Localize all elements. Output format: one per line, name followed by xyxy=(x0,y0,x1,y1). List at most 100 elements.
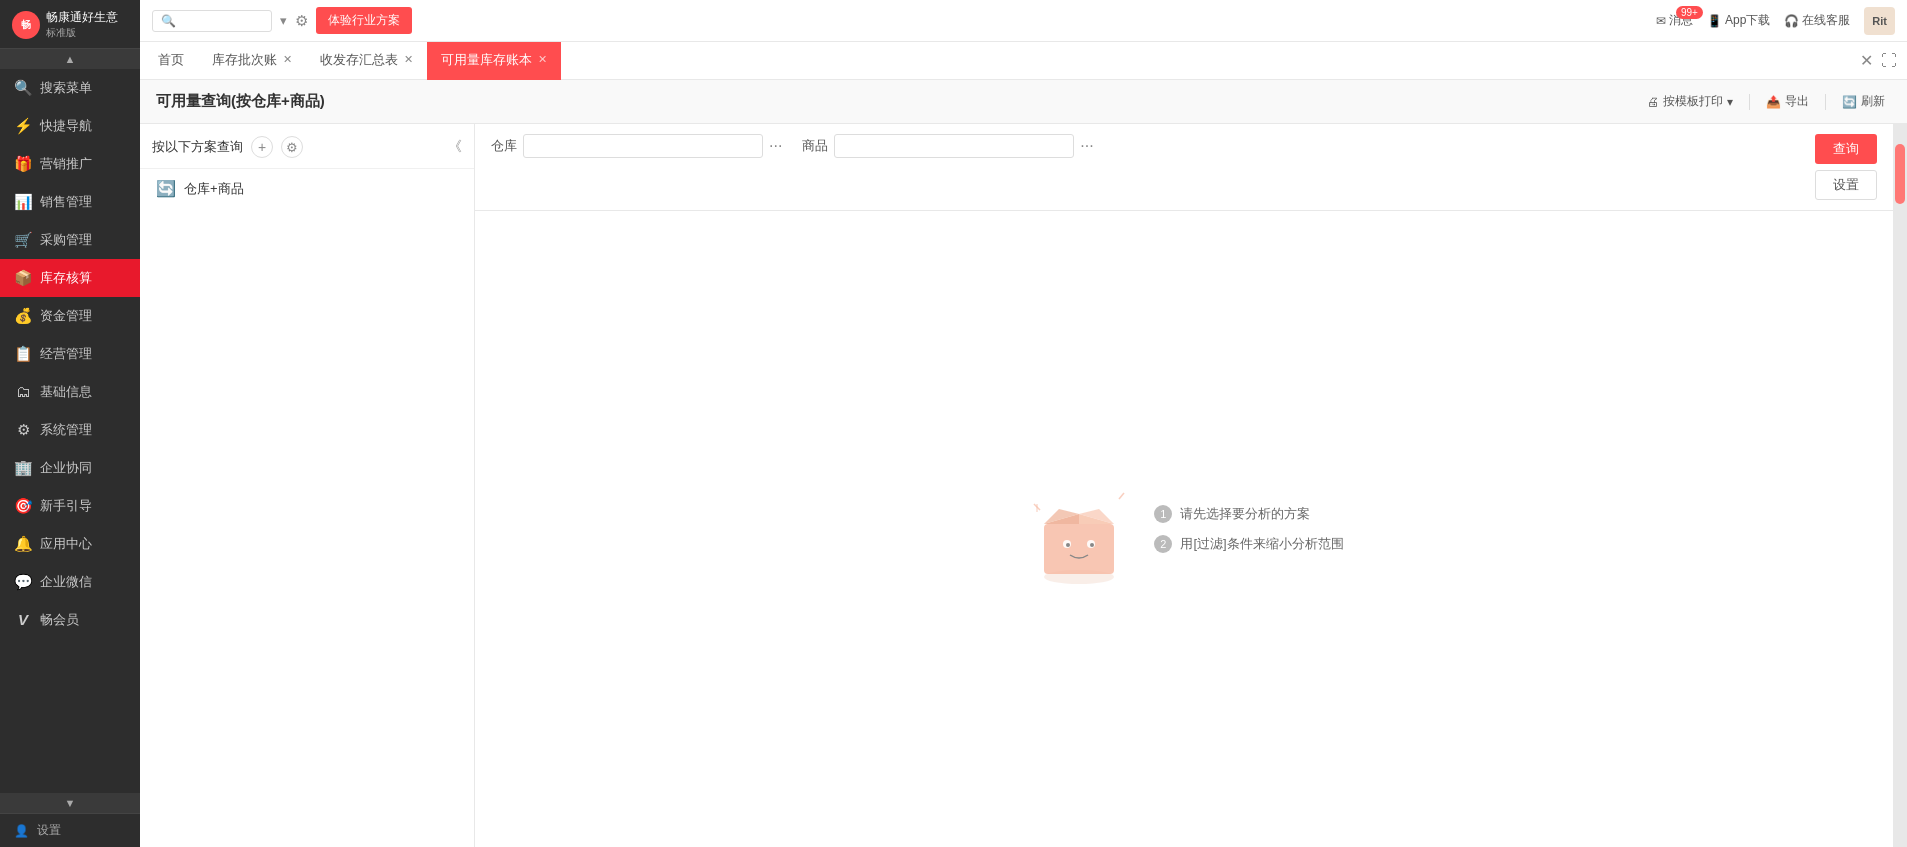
sidebar-item-label: 系统管理 xyxy=(40,421,92,439)
sidebar-item-label: 经营管理 xyxy=(40,345,92,363)
scrollbar-thumb[interactable] xyxy=(1895,144,1905,204)
topbar-search-box[interactable]: 🔍 xyxy=(152,10,272,32)
empty-illustration xyxy=(1024,479,1124,579)
tab-batch-label: 库存批次账 xyxy=(212,51,277,69)
sidebar-item-guide[interactable]: 🎯 新手引导 xyxy=(0,487,140,525)
sidebar-item-label: 搜索菜单 xyxy=(40,79,92,97)
sidebar-item-system[interactable]: ⚙ 系统管理 xyxy=(0,411,140,449)
sidebar-item-label: 采购管理 xyxy=(40,231,92,249)
refresh-button[interactable]: 🔄 刷新 xyxy=(1836,90,1891,113)
username-display: Rit xyxy=(1872,15,1887,27)
sidebar-item-label: 快捷导航 xyxy=(40,117,92,135)
user-avatar[interactable]: Rit xyxy=(1864,7,1895,35)
filter-collapse-button[interactable]: 《 xyxy=(448,138,462,156)
sidebar-item-enterprise[interactable]: 🏢 企业协同 xyxy=(0,449,140,487)
service-button[interactable]: 🎧 在线客服 xyxy=(1784,12,1850,29)
sidebar-item-operations[interactable]: 📋 经营管理 xyxy=(0,335,140,373)
tabs-end: ✕ ⛶ xyxy=(1860,51,1907,70)
refresh-label: 刷新 xyxy=(1861,93,1885,110)
tab-close-all-button[interactable]: ✕ xyxy=(1860,51,1873,70)
goods-input[interactable] xyxy=(834,134,1074,158)
message-icon: ✉ xyxy=(1656,14,1666,28)
target-icon: 🎯 xyxy=(14,497,32,515)
sidebar-item-search[interactable]: 🔍 搜索菜单 xyxy=(0,69,140,107)
sidebar: 畅 畅康通好生意 标准版 ▲ 🔍 搜索菜单 ⚡ 快捷导航 🎁 营销推广 📊 销售… xyxy=(0,0,140,847)
sidebar-item-appstore[interactable]: 🔔 应用中心 xyxy=(0,525,140,563)
sidebar-item-basic[interactable]: 🗂 基础信息 xyxy=(0,373,140,411)
topbar-right: ✉ 消息 99+ 📱 App下载 🎧 在线客服 Rit xyxy=(1656,7,1895,35)
tab-summary-label: 收发存汇总表 xyxy=(320,51,398,69)
sidebar-item-wechat[interactable]: 💬 企业微信 xyxy=(0,563,140,601)
search-icon: 🔍 xyxy=(14,79,32,97)
app-download-button[interactable]: 📱 App下载 xyxy=(1707,12,1770,29)
money-icon: 💰 xyxy=(14,307,32,325)
print-button[interactable]: 🖨 按模板打印 ▾ xyxy=(1641,90,1739,113)
warehouse-input[interactable] xyxy=(523,134,763,158)
query-row: 仓库 ··· 商品 ··· 查询 设置 xyxy=(475,124,1893,211)
query-action-buttons: 查询 设置 xyxy=(1815,124,1893,210)
tab-available-close[interactable]: ✕ xyxy=(538,53,547,66)
tab-summary[interactable]: 收发存汇总表 ✕ xyxy=(306,42,427,80)
sidebar-company-name: 畅康通好生意 xyxy=(46,10,118,26)
sidebar-item-label: 资金管理 xyxy=(40,307,92,325)
filter-header-label: 按以下方案查询 xyxy=(152,138,243,156)
lightning-icon: ⚡ xyxy=(14,117,32,135)
gift-icon: 🎁 xyxy=(14,155,32,173)
sidebar-username: 设置 xyxy=(37,822,61,839)
wechat-icon: 💬 xyxy=(14,573,32,591)
tab-batch[interactable]: 库存批次账 ✕ xyxy=(198,42,306,80)
dropdown-arrow-icon[interactable]: ▾ xyxy=(280,13,287,28)
tab-home[interactable]: 首页 xyxy=(144,42,198,80)
empty-state: 1 请先选择要分析的方案 2 用[过滤]条件来缩小分析范围 xyxy=(475,211,1893,847)
tip-num-2: 2 xyxy=(1154,535,1172,553)
message-button[interactable]: ✉ 消息 99+ xyxy=(1656,12,1693,29)
service-label: 在线客服 xyxy=(1802,12,1850,29)
sidebar-item-purchase[interactable]: 🛒 采购管理 xyxy=(0,221,140,259)
trial-button[interactable]: 体验行业方案 xyxy=(316,7,412,34)
sidebar-edition: 标准版 xyxy=(46,26,118,40)
export-label: 导出 xyxy=(1785,93,1809,110)
filter-settings-button[interactable]: ⚙ xyxy=(281,136,303,158)
tab-available[interactable]: 可用量库存账本 ✕ xyxy=(427,42,561,80)
sidebar-item-finance[interactable]: 💰 资金管理 xyxy=(0,297,140,335)
page-header-actions: 🖨 按模板打印 ▾ 📤 导出 🔄 刷新 xyxy=(1641,90,1891,113)
sidebar-scroll-up[interactable]: ▲ xyxy=(0,49,140,69)
sidebar-item-sales[interactable]: 📊 销售管理 xyxy=(0,183,140,221)
sidebar-item-marketing[interactable]: 🎁 营销推广 xyxy=(0,145,140,183)
tab-summary-close[interactable]: ✕ xyxy=(404,53,413,66)
tab-batch-close[interactable]: ✕ xyxy=(283,53,292,66)
warehouse-more-icon[interactable]: ··· xyxy=(769,137,782,155)
folder-icon: 🗂 xyxy=(14,383,32,400)
sidebar-bottom[interactable]: 👤 设置 xyxy=(0,813,140,847)
settings-button[interactable]: 设置 xyxy=(1815,170,1877,200)
sidebar-item-label: 库存核算 xyxy=(40,269,92,287)
warehouse-label: 仓库 xyxy=(491,137,517,155)
filter-add-button[interactable]: + xyxy=(251,136,273,158)
vip-icon: V xyxy=(14,611,32,628)
svg-point-9 xyxy=(1090,543,1094,547)
sidebar-item-shortcut[interactable]: ⚡ 快捷导航 xyxy=(0,107,140,145)
goods-label: 商品 xyxy=(802,137,828,155)
warehouse-field: 仓库 ··· xyxy=(491,134,782,158)
sidebar-header: 畅 畅康通好生意 标准版 xyxy=(0,0,140,49)
print-dropdown-icon: ▾ xyxy=(1727,95,1733,109)
tab-available-label: 可用量库存账本 xyxy=(441,51,532,69)
filter-panel: 按以下方案查询 + ⚙ 《 🔄 仓库+商品 xyxy=(140,124,475,847)
empty-tip-2: 2 用[过滤]条件来缩小分析范围 xyxy=(1154,535,1343,553)
sidebar-item-label: 畅会员 xyxy=(40,611,79,629)
filter-item-warehouse-goods[interactable]: 🔄 仓库+商品 xyxy=(140,169,474,208)
sidebar-scroll-down[interactable]: ▼ xyxy=(0,793,140,813)
content-area: 按以下方案查询 + ⚙ 《 🔄 仓库+商品 仓库 ··· xyxy=(140,124,1907,847)
divider xyxy=(1749,94,1750,110)
export-button[interactable]: 📤 导出 xyxy=(1760,90,1815,113)
gear-icon[interactable]: ⚙ xyxy=(295,12,308,30)
query-fields: 仓库 ··· 商品 ··· xyxy=(475,124,1815,168)
right-scrollbar[interactable] xyxy=(1893,124,1907,847)
print-label: 按模板打印 xyxy=(1663,93,1723,110)
page-header: 可用量查询(按仓库+商品) 🖨 按模板打印 ▾ 📤 导出 🔄 刷新 xyxy=(140,80,1907,124)
tab-expand-button[interactable]: ⛶ xyxy=(1881,52,1897,70)
sidebar-item-member[interactable]: V 畅会员 xyxy=(0,601,140,639)
sidebar-item-inventory[interactable]: 📦 库存核算 xyxy=(0,259,140,297)
query-button[interactable]: 查询 xyxy=(1815,134,1877,164)
goods-more-icon[interactable]: ··· xyxy=(1080,137,1093,155)
